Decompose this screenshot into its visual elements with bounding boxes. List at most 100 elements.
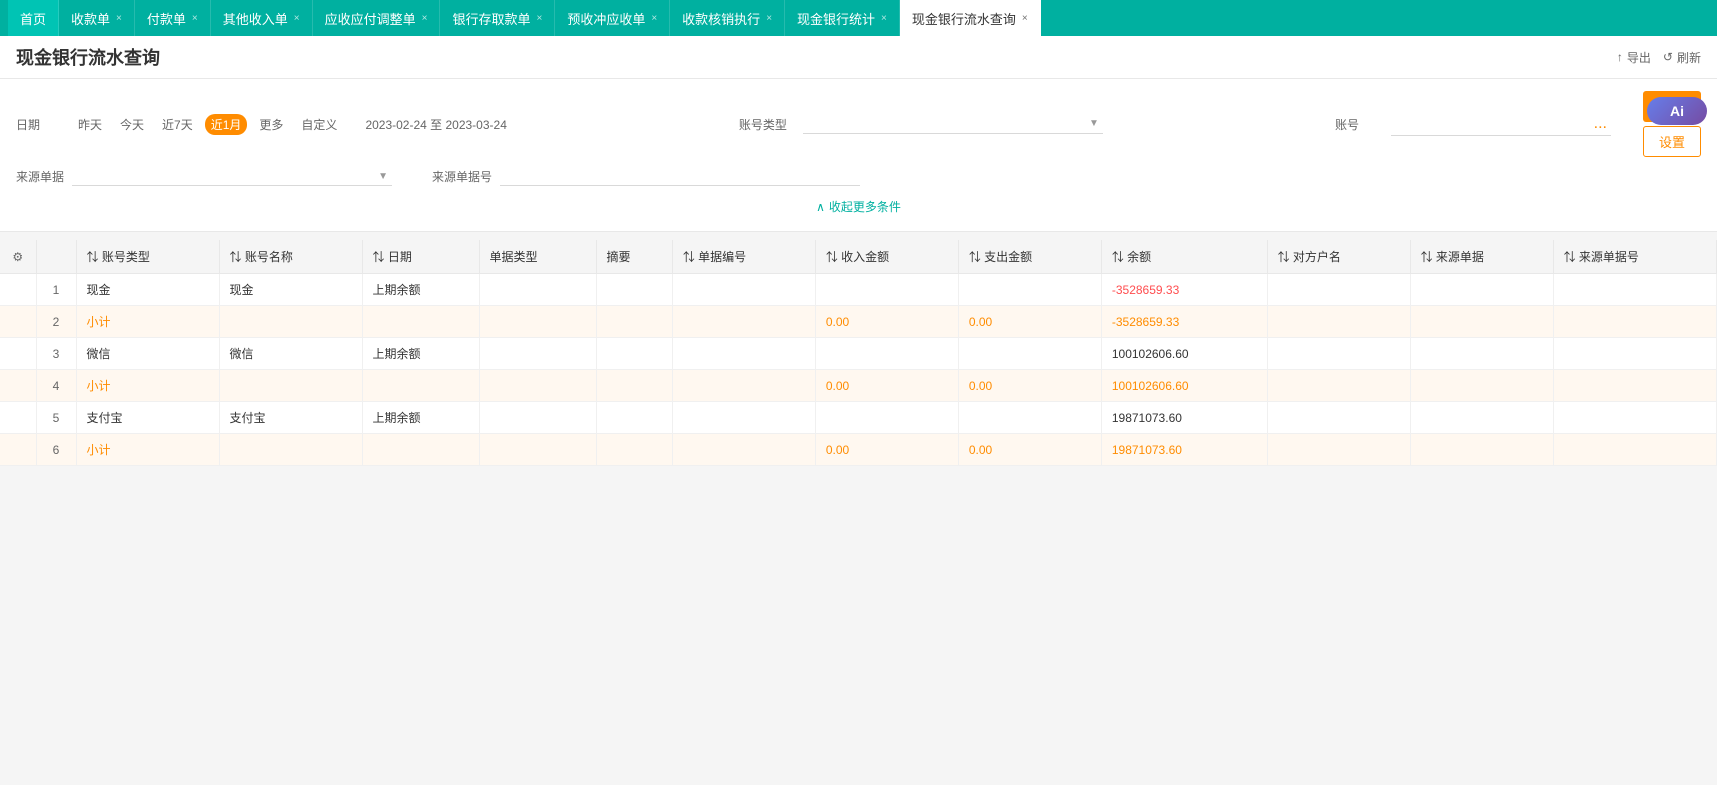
row-source-doc xyxy=(1410,434,1553,466)
source-doc-no-input[interactable] xyxy=(504,169,856,183)
nav-tab-fukuan[interactable]: 付款单 × xyxy=(135,0,211,36)
nav-tab-other-income[interactable]: 其他收入单 × xyxy=(211,0,313,36)
th-doc-no[interactable]: ⇅ 单据编号 xyxy=(672,240,815,274)
row-expense xyxy=(958,402,1101,434)
row-balance: 100102606.60 xyxy=(1101,370,1267,402)
collapse-more-button[interactable]: ∧ 收起更多条件 xyxy=(16,194,1701,219)
ai-label: Ai xyxy=(1670,103,1684,119)
row-expense xyxy=(958,274,1101,306)
nav-tab-bank-deposit[interactable]: 银行存取款单 × xyxy=(440,0,555,36)
row-income xyxy=(815,338,958,370)
th-expense[interactable]: ⇅ 支出金额 xyxy=(958,240,1101,274)
row-account-name: 支付宝 xyxy=(219,402,362,434)
th-income[interactable]: ⇅ 收入金额 xyxy=(815,240,958,274)
source-doc-input[interactable] xyxy=(76,169,374,183)
refresh-button[interactable]: ↺ 刷新 xyxy=(1663,49,1701,66)
row-date xyxy=(362,370,479,402)
th-source-doc[interactable]: ⇅ 来源单据 xyxy=(1410,240,1553,274)
table-row[interactable]: 6 小计 0.00 0.00 19871073.60 xyxy=(0,434,1717,466)
row-account-type: 小计 xyxy=(76,434,219,466)
nav-home[interactable]: 首页 xyxy=(8,0,59,36)
th-balance[interactable]: ⇅ 余额 xyxy=(1101,240,1267,274)
ai-badge[interactable]: Ai xyxy=(1647,97,1707,125)
th-account-name[interactable]: ⇅ 账号名称 xyxy=(219,240,362,274)
close-icon[interactable]: × xyxy=(536,13,542,24)
close-icon[interactable]: × xyxy=(766,13,772,24)
row-counterparty xyxy=(1267,434,1410,466)
date-option-custom[interactable]: 自定义 xyxy=(295,114,343,135)
filter-area: 日期 昨天 今天 近7天 近1月 更多 自定义 2023-02-24 至 202… xyxy=(0,79,1717,232)
table-header-row: ⚙ ⇅ 账号类型 ⇅ 账号名称 ⇅ 日期 单据类型 摘要 ⇅ 单据编号 ⇅ 收入… xyxy=(0,240,1717,274)
nav-tab-adjustment[interactable]: 应收应付调整单 × xyxy=(313,0,441,36)
row-account-name: 现金 xyxy=(219,274,362,306)
row-date: 上期余额 xyxy=(362,274,479,306)
account-dots-button[interactable]: ... xyxy=(1594,115,1607,133)
table-row[interactable]: 3 微信 微信 上期余额 100102606.60 xyxy=(0,338,1717,370)
row-account-name xyxy=(219,370,362,402)
nav-tab-bank-flow[interactable]: 现金银行流水查询 × xyxy=(900,0,1041,36)
close-icon[interactable]: × xyxy=(881,13,887,24)
th-settings[interactable]: ⚙ xyxy=(0,240,36,274)
account-input[interactable] xyxy=(1395,117,1594,131)
row-balance: 19871073.60 xyxy=(1101,402,1267,434)
source-doc-no-label: 来源单据号 xyxy=(432,168,492,185)
th-source-doc-no[interactable]: ⇅ 来源单据号 xyxy=(1553,240,1716,274)
account-type-select[interactable]: ▼ xyxy=(803,115,1103,134)
row-expense: 0.00 xyxy=(958,306,1101,338)
nav-tab-label: 其他收入单 xyxy=(223,9,288,28)
row-doc-no xyxy=(672,306,815,338)
row-source-doc xyxy=(1410,274,1553,306)
date-option-more[interactable]: 更多 xyxy=(253,114,289,135)
table-row[interactable]: 1 现金 现金 上期余额 -3528659.33 xyxy=(0,274,1717,306)
date-options: 昨天 今天 近7天 近1月 更多 自定义 xyxy=(72,114,343,135)
page-header: 现金银行流水查询 ↑ 导出 ↺ 刷新 xyxy=(0,36,1717,79)
settings-button[interactable]: 设置 xyxy=(1643,126,1701,157)
nav-tab-collection[interactable]: 收款核销执行 × xyxy=(670,0,785,36)
close-icon[interactable]: × xyxy=(422,13,428,24)
table-row[interactable]: 4 小计 0.00 0.00 100102606.60 xyxy=(0,370,1717,402)
nav-home-label: 首页 xyxy=(20,9,46,28)
row-doc-type xyxy=(479,306,596,338)
nav-tab-advance[interactable]: 预收冲应收单 × xyxy=(555,0,670,36)
row-summary xyxy=(596,306,672,338)
row-source-doc-no xyxy=(1553,306,1716,338)
row-doc-no xyxy=(672,370,815,402)
date-option-today[interactable]: 今天 xyxy=(114,114,150,135)
nav-tab-label: 现金银行流水查询 xyxy=(912,9,1016,28)
th-account-type[interactable]: ⇅ 账号类型 xyxy=(76,240,219,274)
row-account-name: 微信 xyxy=(219,338,362,370)
source-doc-select[interactable]: ▼ xyxy=(72,167,392,186)
close-icon[interactable]: × xyxy=(116,13,122,24)
close-icon[interactable]: × xyxy=(294,13,300,24)
row-date: 上期余额 xyxy=(362,402,479,434)
th-counterparty[interactable]: ⇅ 对方户名 xyxy=(1267,240,1410,274)
nav-tab-bank-stats[interactable]: 现金银行统计 × xyxy=(785,0,900,36)
row-counterparty xyxy=(1267,338,1410,370)
row-date xyxy=(362,306,479,338)
source-doc-no-filter: 来源单据号 xyxy=(432,167,860,186)
table-row[interactable]: 5 支付宝 支付宝 上期余额 19871073.60 xyxy=(0,402,1717,434)
row-income xyxy=(815,402,958,434)
close-icon[interactable]: × xyxy=(192,13,198,24)
row-balance: 19871073.60 xyxy=(1101,434,1267,466)
row-summary xyxy=(596,434,672,466)
table-row[interactable]: 2 小计 0.00 0.00 -3528659.33 xyxy=(0,306,1717,338)
close-icon[interactable]: × xyxy=(1022,13,1028,24)
date-option-1month[interactable]: 近1月 xyxy=(205,114,248,135)
row-account-type: 支付宝 xyxy=(76,402,219,434)
row-num: 3 xyxy=(36,338,76,370)
row-settings-cell xyxy=(0,402,36,434)
row-doc-type xyxy=(479,370,596,402)
export-button[interactable]: ↑ 导出 xyxy=(1617,49,1651,66)
nav-tab-shoukuan[interactable]: 收款单 × xyxy=(59,0,135,36)
th-doc-type: 单据类型 xyxy=(479,240,596,274)
date-option-7days[interactable]: 近7天 xyxy=(156,114,199,135)
row-balance: -3528659.33 xyxy=(1101,274,1267,306)
row-settings-cell xyxy=(0,370,36,402)
gear-icon[interactable]: ⚙ xyxy=(12,250,23,264)
account-type-input[interactable] xyxy=(807,117,1085,131)
th-date[interactable]: ⇅ 日期 xyxy=(362,240,479,274)
date-option-yesterday[interactable]: 昨天 xyxy=(72,114,108,135)
row-account-type: 小计 xyxy=(76,370,219,402)
close-icon[interactable]: × xyxy=(651,13,657,24)
